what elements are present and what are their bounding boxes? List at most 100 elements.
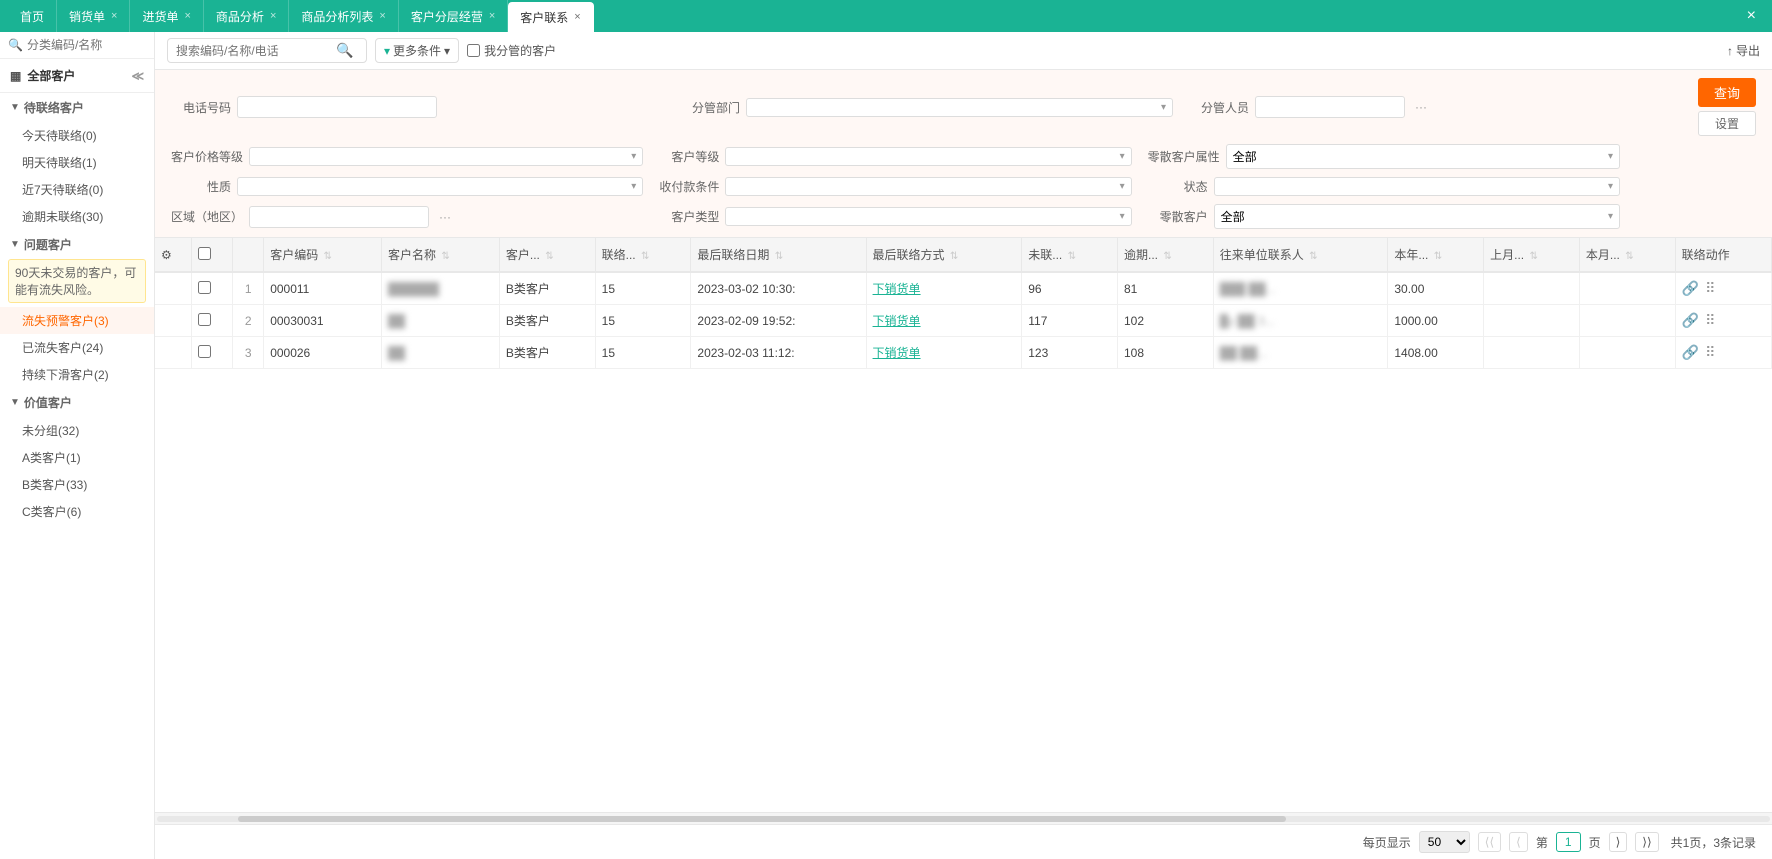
row-select-checkbox[interactable] <box>198 345 211 358</box>
close-all-btn[interactable]: × <box>1739 7 1764 25</box>
row-select-checkbox[interactable] <box>198 281 211 294</box>
row-this-month <box>1579 272 1675 305</box>
sidebar-section-value[interactable]: ▼ 价值客户 <box>0 388 154 417</box>
filter-region: 区域（地区） ··· <box>171 206 643 228</box>
sidebar-item-tomorrow[interactable]: 明天待联络(1) <box>0 149 154 176</box>
close-icon[interactable]: × <box>379 10 385 22</box>
row-checkbox[interactable] <box>192 272 233 305</box>
tab-home[interactable]: 首页 <box>8 0 57 32</box>
sidebar-search-input[interactable] <box>27 38 146 52</box>
total-records: 共1页，3条记录 <box>1671 834 1756 851</box>
filter-customer-level-select[interactable]: ▾ <box>725 147 1131 166</box>
filter-dept-select[interactable]: ▾ <box>746 98 1173 117</box>
contact-link-icon[interactable]: 🔗 <box>1682 312 1699 329</box>
filter-region-input[interactable] <box>249 206 429 228</box>
settings-button[interactable]: 设置 <box>1698 111 1756 136</box>
filter-gender-select[interactable]: ▾ <box>237 177 643 196</box>
scrollbar-thumb[interactable] <box>238 816 1286 822</box>
table-row: 2 00030031 ██ B类客户 15 2023-02-09 19:52: … <box>155 305 1772 337</box>
close-icon[interactable]: × <box>111 10 117 22</box>
filter-search-box: 🔍 <box>167 38 367 63</box>
col-unit-contact[interactable]: 往来单位联系人 ⇅ <box>1213 238 1388 272</box>
col-settings[interactable]: ⚙ <box>155 238 192 272</box>
filter-search-button[interactable]: 🔍 <box>336 42 353 59</box>
col-uncontacted[interactable]: 未联... ⇅ <box>1022 238 1118 272</box>
sidebar-item-churn-warning[interactable]: 流失预警客户(3) <box>0 307 154 334</box>
sidebar-item-class-b[interactable]: B类客户(33) <box>0 471 154 498</box>
sidebar-item-churned[interactable]: 已流失客户(24) <box>0 334 154 361</box>
col-this-year[interactable]: 本年... ⇅ <box>1388 238 1484 272</box>
sidebar-item-declining[interactable]: 持续下滑客户(2) <box>0 361 154 388</box>
tab-customer-layer[interactable]: 客户分层经营 × <box>399 0 508 32</box>
first-page-btn[interactable]: ⟨⟨ <box>1478 832 1501 852</box>
col-name[interactable]: 客户名称 ⇅ <box>382 238 500 272</box>
sidebar-item-week[interactable]: 近7天待联络(0) <box>0 176 154 203</box>
col-code[interactable]: 客户编码 ⇅ <box>264 238 382 272</box>
close-icon[interactable]: × <box>184 10 190 22</box>
row-last-contact-way[interactable]: 下销货单 <box>866 337 1022 369</box>
table-footer: 每页显示 50 100 200 ⟨⟨ ⟨ 第 1 页 ⟩ ⟩⟩ 共1页，3条记录 <box>155 824 1772 859</box>
col-contact[interactable]: 联络... ⇅ <box>595 238 691 272</box>
sidebar-section-pending[interactable]: ▼ 待联络客户 <box>0 93 154 122</box>
dots-icon[interactable]: ··· <box>435 210 455 224</box>
top-tab-bar: 首页 销货单 × 进货单 × 商品分析 × 商品分析列表 × 客户分层经营 × … <box>0 0 1772 32</box>
contact-link-icon[interactable]: 🔗 <box>1682 344 1699 361</box>
sidebar-item-ungroup[interactable]: 未分组(32) <box>0 417 154 444</box>
row-last-contact-date: 2023-02-03 11:12: <box>691 337 866 369</box>
filter-customer-type-select[interactable]: ▾ <box>725 207 1131 226</box>
tab-analysis[interactable]: 商品分析 × <box>204 0 289 32</box>
tab-customer-contact[interactable]: 客户联系 × <box>508 2 593 32</box>
current-page-num: 1 <box>1556 832 1581 852</box>
my-customers-checkbox-label[interactable]: 我分管的客户 <box>467 42 556 59</box>
filter-payment-select[interactable]: ▾ <box>725 177 1131 196</box>
my-customers-checkbox[interactable] <box>467 44 480 57</box>
action-grid-icon[interactable]: ⠿ <box>1705 344 1715 361</box>
filter-status-select[interactable]: ▾ <box>1214 177 1620 196</box>
filter-zero-attr-select[interactable]: 全部 ▾ <box>1226 144 1620 169</box>
filter-staff-input[interactable] <box>1255 96 1405 118</box>
dots-icon[interactable]: ··· <box>1411 100 1431 114</box>
per-page-select[interactable]: 50 100 200 <box>1419 831 1470 853</box>
sidebar-item-today[interactable]: 今天待联络(0) <box>0 122 154 149</box>
sidebar-item-overdue[interactable]: 逾期未联络(30) <box>0 203 154 230</box>
close-icon[interactable]: × <box>270 10 276 22</box>
close-icon[interactable]: × <box>574 11 580 23</box>
tab-purchase[interactable]: 进货单 × <box>130 0 203 32</box>
sidebar-section-problem[interactable]: ▼ 问题客户 <box>0 230 154 259</box>
table-row: 1 000011 ██████ B类客户 15 2023-03-02 10:30… <box>155 272 1772 305</box>
filter-phone-input[interactable] <box>237 96 437 118</box>
select-all-checkbox[interactable] <box>198 247 211 260</box>
last-page-btn[interactable]: ⟩⟩ <box>1635 832 1658 852</box>
col-last-contact-date[interactable]: 最后联络日期 ⇅ <box>691 238 866 272</box>
export-button[interactable]: ↑ 导出 <box>1727 42 1760 59</box>
contact-link-icon[interactable]: 🔗 <box>1682 280 1699 297</box>
row-last-contact-way[interactable]: 下销货单 <box>866 272 1022 305</box>
more-conditions-btn[interactable]: ▾ 更多条件 ▾ <box>375 38 459 63</box>
close-icon[interactable]: × <box>489 10 495 22</box>
next-page-btn[interactable]: ⟩ <box>1609 832 1628 852</box>
col-overdue[interactable]: 逾期... ⇅ <box>1118 238 1214 272</box>
sidebar-item-class-c[interactable]: C类客户(6) <box>0 498 154 525</box>
filter-zero-customer-select[interactable]: 全部 ▾ <box>1214 204 1620 229</box>
query-button[interactable]: 查询 <box>1698 78 1756 107</box>
sidebar-item-class-a[interactable]: A类客户(1) <box>0 444 154 471</box>
row-last-contact-way[interactable]: 下销货单 <box>866 305 1022 337</box>
tab-analysis-list[interactable]: 商品分析列表 × <box>289 0 398 32</box>
filter-search-input[interactable] <box>176 44 336 58</box>
filter-price-level-select[interactable]: ▾ <box>249 147 643 166</box>
col-this-month[interactable]: 本月... ⇅ <box>1579 238 1675 272</box>
sort-icon: ⇅ <box>1625 251 1633 262</box>
col-type[interactable]: 客户... ⇅ <box>499 238 595 272</box>
col-last-contact-way[interactable]: 最后联络方式 ⇅ <box>866 238 1022 272</box>
action-grid-icon[interactable]: ⠿ <box>1705 280 1715 297</box>
sidebar-all-customers[interactable]: ▦ 全部客户 ≪ <box>0 59 154 93</box>
tab-sales[interactable]: 销货单 × <box>57 0 130 32</box>
action-grid-icon[interactable]: ⠿ <box>1705 312 1715 329</box>
col-last-month[interactable]: 上月... ⇅ <box>1484 238 1580 272</box>
horizontal-scrollbar[interactable] <box>155 812 1772 824</box>
col-checkbox[interactable] <box>192 238 233 272</box>
row-select-checkbox[interactable] <box>198 313 211 326</box>
row-checkbox[interactable] <box>192 305 233 337</box>
row-checkbox[interactable] <box>192 337 233 369</box>
prev-page-btn[interactable]: ⟨ <box>1509 832 1528 852</box>
